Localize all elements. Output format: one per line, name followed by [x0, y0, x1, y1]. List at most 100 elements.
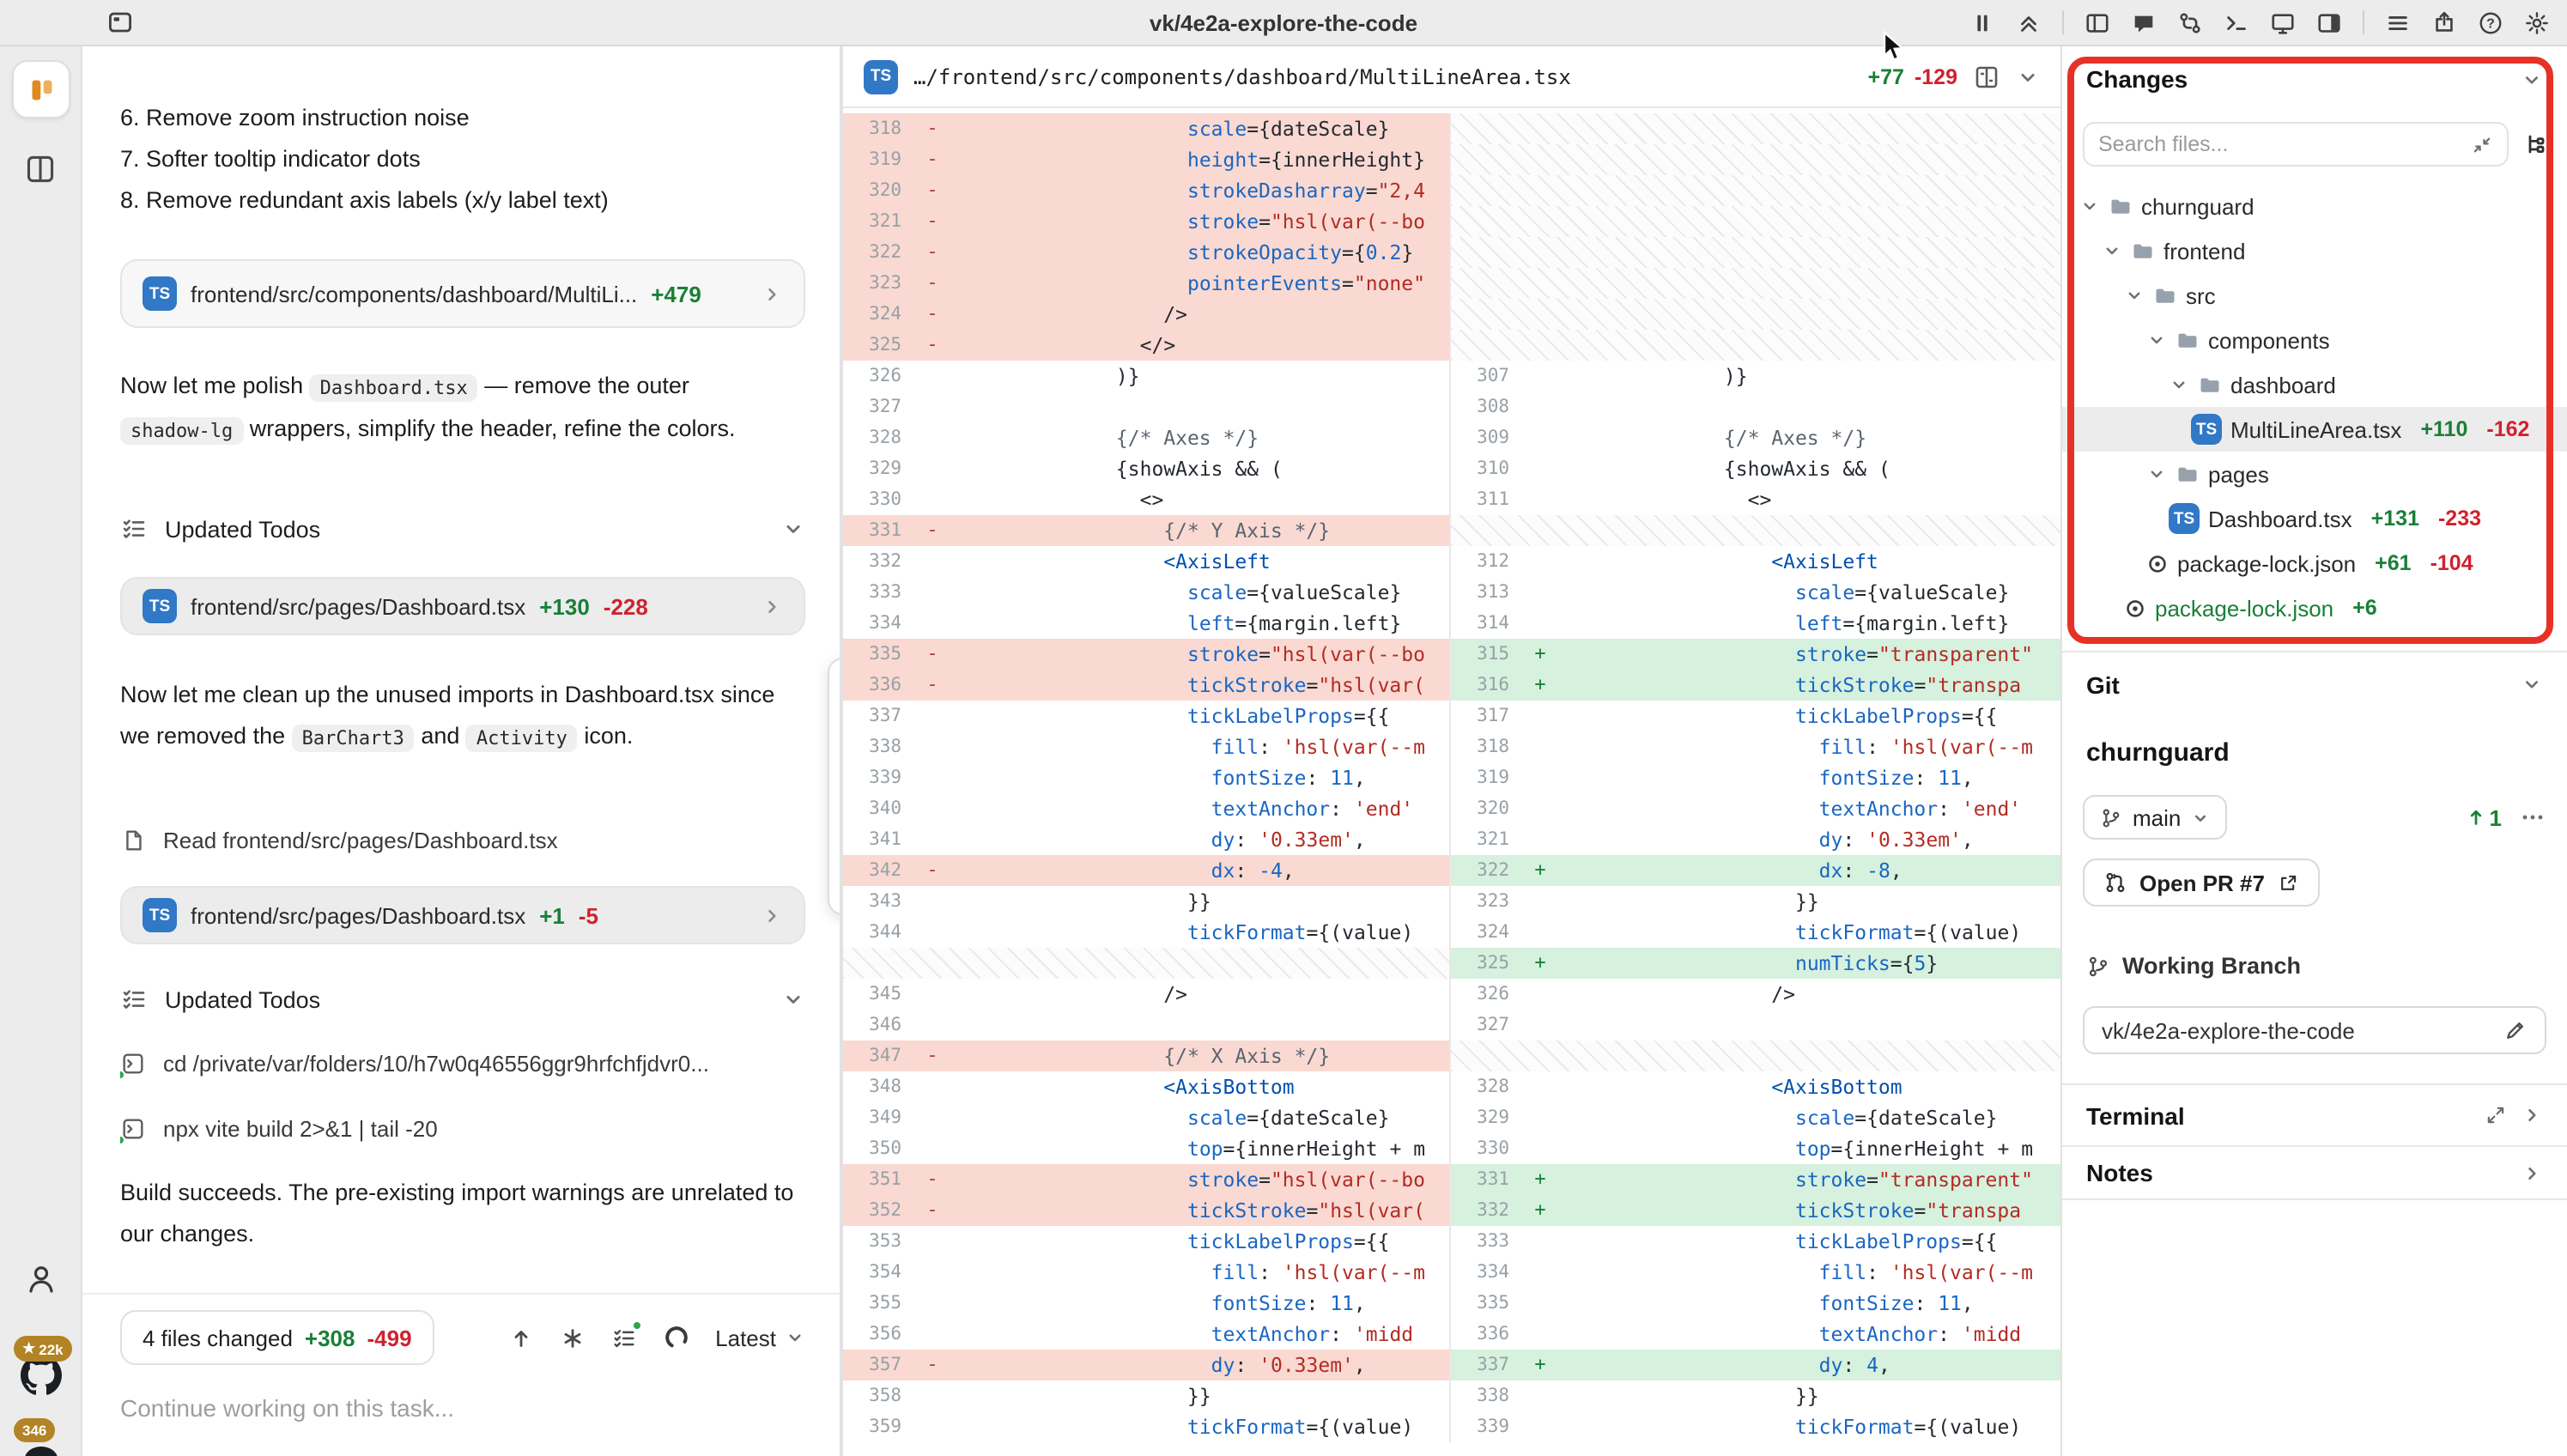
settings-gear-icon[interactable]	[2524, 9, 2550, 35]
notes-title: Notes	[2086, 1159, 2153, 1186]
chevron-down-icon	[2191, 808, 2210, 827]
updated-todos-row[interactable]: Updated Todos	[120, 982, 805, 1016]
additions-count: +1	[539, 902, 565, 928]
diff-line: 340 textAnchor: 'end'	[843, 793, 1449, 824]
package-lock-icon	[2146, 552, 2169, 574]
diff-line: 335 fontSize: 11,	[1449, 1288, 2060, 1319]
chat-bubble-icon[interactable]	[2131, 9, 2157, 35]
version-label: Latest	[715, 1325, 776, 1350]
workspace-tab-active[interactable]	[12, 60, 70, 118]
terminal-section-header[interactable]: Terminal	[2062, 1083, 2567, 1145]
diff-line: 326 />	[1449, 979, 2060, 1010]
double-chevron-up-icon[interactable]	[2016, 9, 2042, 35]
tree-file[interactable]: package-lock.json+61-104	[2062, 541, 2567, 585]
diff-line: 312 <AxisLeft	[1449, 546, 2060, 577]
tree-file[interactable]: TSDashboard.tsx+131-233	[2062, 496, 2567, 541]
diff-line: 322+ dx: -8,	[1449, 855, 2060, 886]
tree-item-label: src	[2186, 282, 2216, 308]
terminal-command-row[interactable]: npx vite build 2>&1 | tail -20	[120, 1111, 805, 1145]
pause-icon[interactable]	[1969, 9, 1995, 35]
diff-view-toggle-icon[interactable]	[1973, 63, 2000, 90]
chevron-right-icon[interactable]	[2521, 1162, 2543, 1184]
diff-line	[1449, 1040, 2060, 1071]
todos-status-icon[interactable]	[610, 1325, 636, 1350]
chevron-down-icon[interactable]	[2521, 68, 2543, 90]
chevron-down-icon	[2146, 464, 2167, 484]
diff-line: 328 <AxisBottom	[1449, 1071, 2060, 1102]
tree-folder[interactable]: pages	[2062, 452, 2567, 496]
updated-todos-row[interactable]: Updated Todos	[120, 512, 805, 546]
files-changed-pill[interactable]: 4 files changed +308 -499	[120, 1310, 434, 1365]
message-input[interactable]	[120, 1394, 773, 1422]
diff-line: 327	[843, 391, 1449, 422]
tree-folder[interactable]: frontend	[2062, 228, 2567, 273]
open-pr-button[interactable]: Open PR #7	[2083, 858, 2320, 907]
diff-row: 318- scale={dateScale}	[843, 113, 2060, 144]
tree-file[interactable]: package-lock.json+6	[2062, 585, 2567, 630]
diff-line: 352- tickStroke="hsl(var(	[843, 1195, 1449, 1226]
chevron-down-icon	[785, 1327, 805, 1348]
board-icon[interactable]	[24, 153, 57, 185]
text-run: — remove the outer	[478, 373, 689, 398]
panel-left-icon[interactable]	[2085, 9, 2110, 35]
diff-line: 325+ numTicks={5}	[1449, 948, 2060, 979]
scroll-to-top-icon[interactable]	[507, 1325, 533, 1350]
tree-item-label: pages	[2208, 461, 2269, 487]
tree-folder[interactable]: components	[2062, 318, 2567, 362]
asterisk-icon[interactable]	[559, 1325, 585, 1350]
chevron-down-icon	[781, 517, 805, 541]
commits-ahead-badge[interactable]: 1	[2466, 804, 2502, 830]
file-diff-chip[interactable]: TS frontend/src/pages/Dashboard.tsx +130…	[120, 577, 805, 635]
tree-view-icon[interactable]	[2522, 130, 2550, 158]
diff-row: 325+ numTicks={5}	[843, 948, 2060, 979]
diff-line: 336- tickStroke="hsl(var(	[843, 670, 1449, 701]
working-branch-value: vk/4e2a-explore-the-code	[2102, 1017, 2355, 1043]
tree-folder[interactable]: dashboard	[2062, 362, 2567, 407]
git-section-header[interactable]: Git	[2062, 651, 2567, 716]
diff-line: 308	[1449, 391, 2060, 422]
diff-line: 324 tickFormat={(value)	[1449, 917, 2060, 948]
branch-selector[interactable]: main	[2083, 795, 2227, 840]
diff-line: 330 top={innerHeight + m	[1449, 1133, 2060, 1164]
discord-link[interactable]: 346	[21, 1437, 62, 1456]
tree-file[interactable]: TSMultiLineArea.tsx+110-162	[2062, 407, 2567, 452]
diff-line: 331+ stroke="transparent"	[1449, 1164, 2060, 1195]
github-link[interactable]: ★22k	[21, 1355, 62, 1396]
more-options-icon[interactable]	[2519, 804, 2546, 831]
diff-line: 320- strokeDasharray="2,4	[843, 175, 1449, 206]
version-dropdown[interactable]: Latest	[715, 1325, 805, 1350]
file-tree: churnguardfrontend src componentsdashboard…	[2062, 184, 2567, 630]
git-compare-icon[interactable]	[2177, 9, 2203, 35]
right-sidebar: Changes churnguardfrontend src componentsd…	[2060, 46, 2567, 1456]
terminal-command-row[interactable]: cd /private/var/folders/10/h7w0q46556ggr…	[120, 1046, 805, 1080]
terminal-title: Terminal	[2086, 1101, 2185, 1129]
menu-icon[interactable]	[2385, 9, 2411, 35]
search-input[interactable]	[2098, 132, 2461, 156]
panel-right-icon[interactable]	[2316, 9, 2342, 35]
working-branch-input[interactable]: vk/4e2a-explore-the-code	[2083, 1006, 2546, 1054]
account-icon[interactable]	[24, 1262, 58, 1296]
git-branch-icon	[2100, 806, 2122, 828]
pen-icon[interactable]	[2503, 1018, 2528, 1042]
chevron-down-icon[interactable]	[2521, 673, 2543, 695]
ts-icon: TS	[2191, 414, 2222, 445]
expand-icon[interactable]	[2485, 1104, 2507, 1126]
file-diff-chip[interactable]: TS frontend/src/components/dashboard/Mul…	[120, 259, 805, 328]
read-file-row[interactable]: Read frontend/src/pages/Dashboard.tsx	[120, 822, 805, 857]
notes-section-header[interactable]: Notes	[2062, 1145, 2567, 1200]
file-diff-chip[interactable]: TS frontend/src/pages/Dashboard.tsx +1 -…	[120, 886, 805, 944]
tree-folder[interactable]: churnguard	[2062, 184, 2567, 228]
chevron-right-icon[interactable]	[2521, 1104, 2543, 1126]
diff-line: 334 fill: 'hsl(var(--m	[1449, 1257, 2060, 1288]
terminal-icon[interactable]	[2224, 9, 2249, 35]
collapse-all-icon[interactable]	[2471, 133, 2493, 155]
monitor-icon[interactable]	[2270, 9, 2296, 35]
chat-paragraph: Now let me polish Dashboard.tsx — remove…	[120, 366, 805, 452]
tree-folder[interactable]: src	[2062, 273, 2567, 318]
share-icon[interactable]	[2431, 9, 2457, 35]
help-icon[interactable]: ?	[2478, 9, 2503, 35]
diff-row: 336- tickStroke="hsl(var(316+ tickStroke…	[843, 670, 2060, 701]
window-layout-icon[interactable]	[106, 9, 134, 36]
changes-section-header[interactable]: Changes	[2062, 46, 2567, 112]
chevron-down-icon[interactable]	[2016, 64, 2040, 88]
